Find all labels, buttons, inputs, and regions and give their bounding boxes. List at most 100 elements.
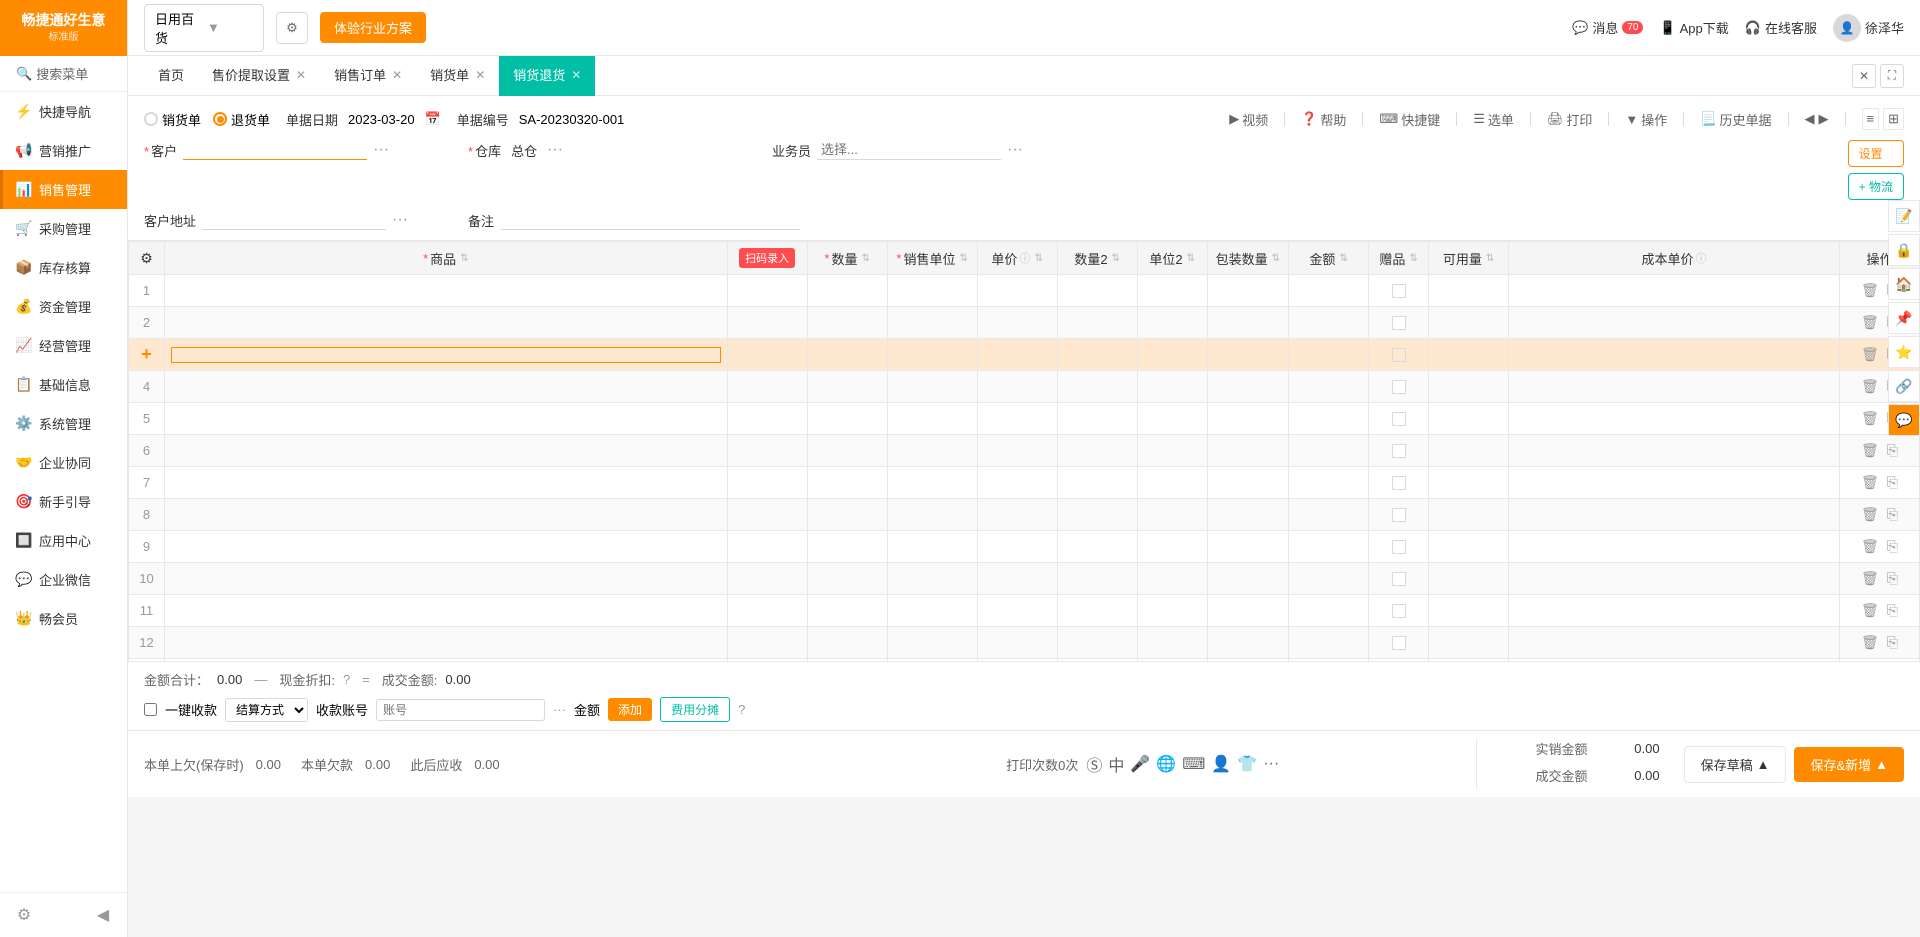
col-gear[interactable]: ⚙ (129, 242, 165, 275)
list-view-btn[interactable]: ≡ (1862, 108, 1880, 130)
right-icon-chat[interactable]: 💬 (1888, 404, 1920, 436)
settings-button[interactable]: 设置 (1848, 140, 1904, 167)
one-click-collect-checkbox[interactable] (144, 703, 157, 716)
gift-checkbox[interactable] (1392, 284, 1406, 298)
person-icon[interactable]: 👤 (1211, 754, 1231, 774)
tab-close-icon[interactable]: ✕ (475, 68, 485, 82)
print-btn[interactable]: 🖨 打印 (1547, 110, 1593, 129)
remark-input[interactable] (500, 210, 800, 230)
salesperson-input[interactable] (817, 140, 1001, 160)
sort-icon[interactable]: ⇅ (1112, 253, 1120, 264)
keyboard-icon[interactable]: ⌨ (1182, 754, 1205, 774)
copy-row-button[interactable]: ⎘ (1885, 472, 1900, 493)
select-btn[interactable]: ☰ 选单 (1473, 110, 1514, 129)
sort-icon[interactable]: ⇅ (1409, 253, 1417, 264)
right-icon-pin[interactable]: 📌 (1888, 302, 1920, 334)
gift-checkbox[interactable] (1392, 412, 1406, 426)
cell-sales-unit[interactable] (887, 307, 977, 339)
tab-sales-return[interactable]: 销货退货 ✕ (499, 56, 595, 96)
help-icon[interactable]: ? (343, 672, 350, 687)
delete-row-button[interactable]: 🗑 (1859, 376, 1881, 397)
customer-dots-btn[interactable]: ··· (373, 141, 389, 159)
right-icon-home[interactable]: 🏠 (1888, 268, 1920, 300)
right-icon-note[interactable]: 📝 (1888, 200, 1920, 232)
add-button[interactable]: 添加 (608, 698, 652, 721)
address-input[interactable] (202, 210, 386, 230)
operate-btn[interactable]: ▼ 操作 (1625, 110, 1667, 129)
cell-quantity[interactable] (807, 339, 887, 371)
shortcut-btn[interactable]: ⌨ 快捷键 (1379, 110, 1440, 129)
settings-icon[interactable]: ⚙ (12, 903, 36, 927)
cell-unit2[interactable] (1137, 339, 1207, 371)
salesperson-dots-btn[interactable]: ··· (1007, 141, 1023, 159)
delete-row-button[interactable]: 🗑 (1859, 536, 1881, 557)
cell-quantity[interactable] (807, 275, 887, 307)
gift-checkbox[interactable] (1392, 604, 1406, 618)
cell-unit-price[interactable] (977, 307, 1057, 339)
delete-row-button[interactable]: 🗑 (1859, 472, 1881, 493)
account-dots-btn[interactable]: ··· (553, 702, 566, 717)
cell-product[interactable] (165, 339, 728, 371)
fee-split-button[interactable]: 费用分摊 (660, 697, 730, 722)
delete-row-button[interactable]: 🗑 (1859, 344, 1881, 365)
add-row-icon[interactable]: + (141, 344, 152, 364)
cell-sales-unit[interactable] (887, 339, 977, 371)
cell-available[interactable] (1429, 275, 1509, 307)
gift-checkbox[interactable] (1392, 348, 1406, 362)
copy-row-button[interactable]: ⎘ (1885, 504, 1900, 525)
gift-checkbox[interactable] (1392, 380, 1406, 394)
tab-sales-order[interactable]: 销售订单 ✕ (320, 56, 416, 96)
cell-quantity2[interactable] (1057, 339, 1137, 371)
app-download-button[interactable]: 📱 App下载 (1659, 18, 1728, 37)
gift-checkbox[interactable] (1392, 444, 1406, 458)
product-input-active[interactable] (171, 347, 721, 363)
gift-checkbox[interactable] (1392, 316, 1406, 330)
gift-checkbox[interactable] (1392, 476, 1406, 490)
help-btn[interactable]: ❓ 帮助 (1301, 110, 1346, 129)
sort-icon[interactable]: ⇅ (1486, 253, 1494, 264)
delete-row-button[interactable]: 🗑 (1859, 568, 1881, 589)
fee-help-icon[interactable]: ? (738, 702, 745, 717)
sidebar-item-inventory[interactable]: 📦 库存核算 (0, 248, 127, 287)
sidebar-item-finance[interactable]: 💰 资金管理 (0, 287, 127, 326)
tab-close-icon[interactable]: ✕ (571, 68, 581, 82)
gift-checkbox[interactable] (1392, 508, 1406, 522)
sort-icon[interactable]: ⇅ (861, 253, 869, 264)
add-logistics-button[interactable]: + 物流 (1848, 173, 1904, 200)
sidebar-item-purchase[interactable]: 🛒 采购管理 (0, 209, 127, 248)
tab-home[interactable]: 首页 (144, 56, 198, 96)
info-icon[interactable]: ⓘ (1019, 250, 1030, 266)
delete-row-button[interactable]: 🗑 (1859, 440, 1881, 461)
tab-price-setting[interactable]: 售价提取设置 ✕ (198, 56, 320, 96)
gear-column-icon[interactable]: ⚙ (140, 250, 153, 266)
message-button[interactable]: 💬 消息 70 (1572, 18, 1643, 37)
history-btn[interactable]: 📃 历史单据 (1700, 110, 1771, 129)
cell-quantity[interactable] (807, 307, 887, 339)
delete-row-button[interactable]: 🗑 (1859, 632, 1881, 653)
copy-row-button[interactable]: ⎘ (1885, 568, 1900, 589)
cell-quantity2[interactable] (1057, 307, 1137, 339)
sidebar-item-apps[interactable]: 🔲 应用中心 (0, 521, 127, 560)
sort-icon[interactable]: ⇅ (1272, 253, 1280, 264)
online-service-button[interactable]: 🎧 在线客服 (1745, 18, 1817, 37)
customer-input[interactable] (183, 140, 367, 160)
scan-button[interactable]: 扫码录入 (739, 248, 795, 268)
cell-unit-price[interactable] (977, 275, 1057, 307)
gift-checkbox[interactable] (1392, 572, 1406, 586)
prev-btn[interactable]: ◀ (1805, 111, 1815, 127)
sort-icon[interactable]: ⇅ (1187, 253, 1195, 264)
sidebar-item-sales[interactable]: 📊 销售管理 (0, 170, 127, 209)
sidebar-item-guide[interactable]: 🎯 新手引导 (0, 482, 127, 521)
cell-gift[interactable] (1369, 275, 1429, 307)
sidebar-item-enterprise[interactable]: 🤝 企业协同 (0, 443, 127, 482)
sidebar-item-marketing[interactable]: 📢 营销推广 (0, 131, 127, 170)
cell-unit2[interactable] (1137, 275, 1207, 307)
warehouse-dots-btn[interactable]: ··· (547, 141, 563, 159)
product-input[interactable] (171, 284, 721, 298)
sidebar-item-system[interactable]: ⚙️ 系统管理 (0, 404, 127, 443)
cell-gift[interactable] (1369, 339, 1429, 371)
copy-row-button[interactable]: ⎘ (1885, 536, 1900, 557)
save-new-button[interactable]: 保存&新增 ▲ (1794, 747, 1904, 782)
cell-product[interactable] (165, 307, 728, 339)
sort-icon[interactable]: ⇅ (460, 253, 468, 264)
